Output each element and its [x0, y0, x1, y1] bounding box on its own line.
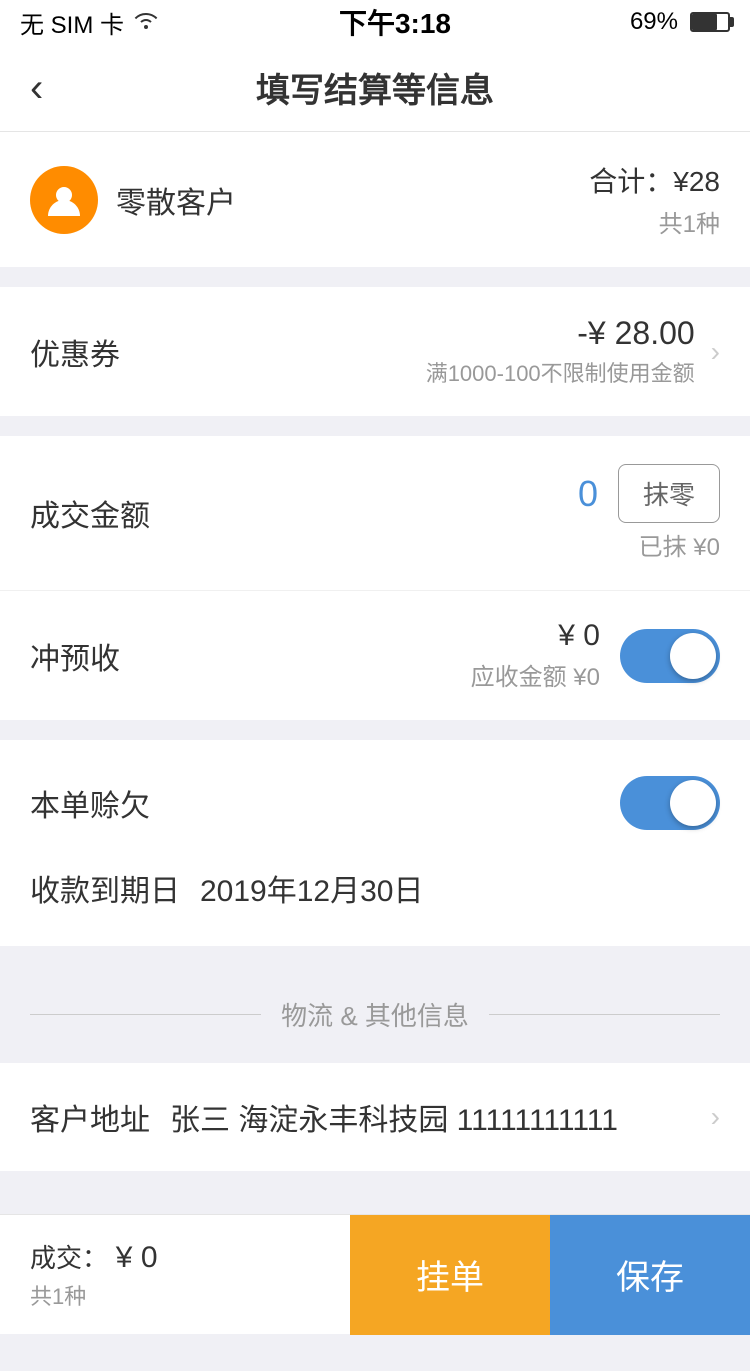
address-label: 客户地址: [30, 1095, 150, 1139]
carrier-text: 无 SIM 卡: [20, 5, 124, 40]
transaction-label: 成交金额: [30, 491, 150, 535]
status-bar: 无 SIM 卡 下午3:18 69%: [0, 0, 750, 44]
bottom-bar: 成交： ¥ 0 共1种 挂单 保存: [0, 1214, 750, 1334]
address-value: 张三 海淀永丰科技园 11111111111: [170, 1095, 711, 1139]
total-amount: 合计：¥28: [589, 160, 720, 200]
wifi-icon: [132, 8, 160, 36]
transaction-row: 成交金额 0 抹零 已抹 ¥0: [0, 436, 750, 591]
debt-toggle-knob: [670, 780, 716, 826]
due-date-value: 2019年12月30日: [200, 866, 423, 910]
content: 零散客户 合计：¥28 共1种 优惠券 -¥ 28.00 满1000-100不限…: [0, 132, 750, 1371]
toggle-knob: [670, 633, 716, 679]
bottom-deal-amount: ¥ 0: [116, 1241, 158, 1274]
status-right: 69%: [630, 8, 730, 36]
prepaid-value-wrap: ¥ 0 应收金额 ¥0: [471, 619, 600, 692]
debt-section: 本单赊欠 收款到期日 2019年12月30日: [0, 740, 750, 946]
transaction-sub: 已抹 ¥0: [578, 527, 720, 562]
back-button[interactable]: ‹: [30, 68, 43, 108]
coupon-row[interactable]: 优惠券 -¥ 28.00 满1000-100不限制使用金额 ›: [0, 287, 750, 416]
coupon-section[interactable]: 优惠券 -¥ 28.00 满1000-100不限制使用金额 ›: [0, 287, 750, 416]
debt-toggle[interactable]: [620, 776, 720, 830]
debt-label: 本单赊欠: [30, 781, 150, 825]
bottom-count: 共1种: [30, 1279, 320, 1311]
prepaid-right: ¥ 0 应收金额 ¥0: [471, 619, 720, 692]
coupon-amount: -¥ 28.00: [426, 315, 695, 352]
page-title: 填写结算等信息: [256, 63, 494, 112]
prepaid-amount: ¥ 0: [471, 619, 600, 653]
address-row[interactable]: 客户地址 张三 海淀永丰科技园 11111111111 ›: [0, 1063, 750, 1171]
customer-right: 合计：¥28 共1种: [589, 160, 720, 239]
hold-button[interactable]: 挂单: [350, 1215, 550, 1335]
logistics-line-left: [30, 1014, 261, 1015]
status-left: 无 SIM 卡: [20, 5, 160, 40]
status-time: 下午3:18: [339, 2, 451, 42]
bottom-deal-label: 成交：: [30, 1243, 108, 1273]
amount-section: 成交金额 0 抹零 已抹 ¥0 冲预收 ¥ 0 应收金额 ¥0: [0, 436, 750, 720]
round-button[interactable]: 抹零: [618, 464, 720, 523]
bottom-deal-row: 成交： ¥ 0: [30, 1238, 320, 1275]
prepaid-row: 冲预收 ¥ 0 应收金额 ¥0: [0, 591, 750, 720]
transaction-value[interactable]: 0: [578, 473, 598, 515]
coupon-desc: 满1000-100不限制使用金额: [426, 356, 695, 388]
logistics-line-right: [489, 1014, 720, 1015]
bottom-info: 成交： ¥ 0 共1种: [0, 1238, 350, 1311]
logistics-header: 物流 & 其他信息: [0, 966, 750, 1053]
due-date-row[interactable]: 收款到期日 2019年12月30日: [0, 866, 750, 946]
avatar: [30, 166, 98, 234]
customer-left: 零散客户: [30, 166, 236, 234]
prepaid-toggle[interactable]: [620, 629, 720, 683]
coupon-label: 优惠券: [30, 330, 120, 374]
logistics-title: 物流 & 其他信息: [281, 996, 469, 1033]
due-date-label: 收款到期日: [30, 866, 180, 910]
coupon-value: -¥ 28.00 满1000-100不限制使用金额: [426, 315, 695, 388]
debt-row: 本单赊欠: [0, 740, 750, 866]
coupon-chevron-icon: ›: [711, 336, 720, 368]
prepaid-label: 冲预收: [30, 634, 120, 678]
transaction-input-area: 0 抹零: [578, 464, 720, 523]
total-count: 共1种: [589, 204, 720, 239]
customer-name: 零散客户: [116, 178, 236, 222]
customer-section: 零散客户 合计：¥28 共1种: [0, 132, 750, 267]
battery-icon: [690, 12, 730, 32]
save-button[interactable]: 保存: [550, 1215, 750, 1335]
nav-bar: ‹ 填写结算等信息: [0, 44, 750, 132]
coupon-right: -¥ 28.00 满1000-100不限制使用金额 ›: [426, 315, 720, 388]
prepaid-sub: 应收金额 ¥0: [471, 657, 600, 692]
address-chevron-icon: ›: [711, 1101, 720, 1133]
battery-percent: 69%: [630, 8, 678, 36]
